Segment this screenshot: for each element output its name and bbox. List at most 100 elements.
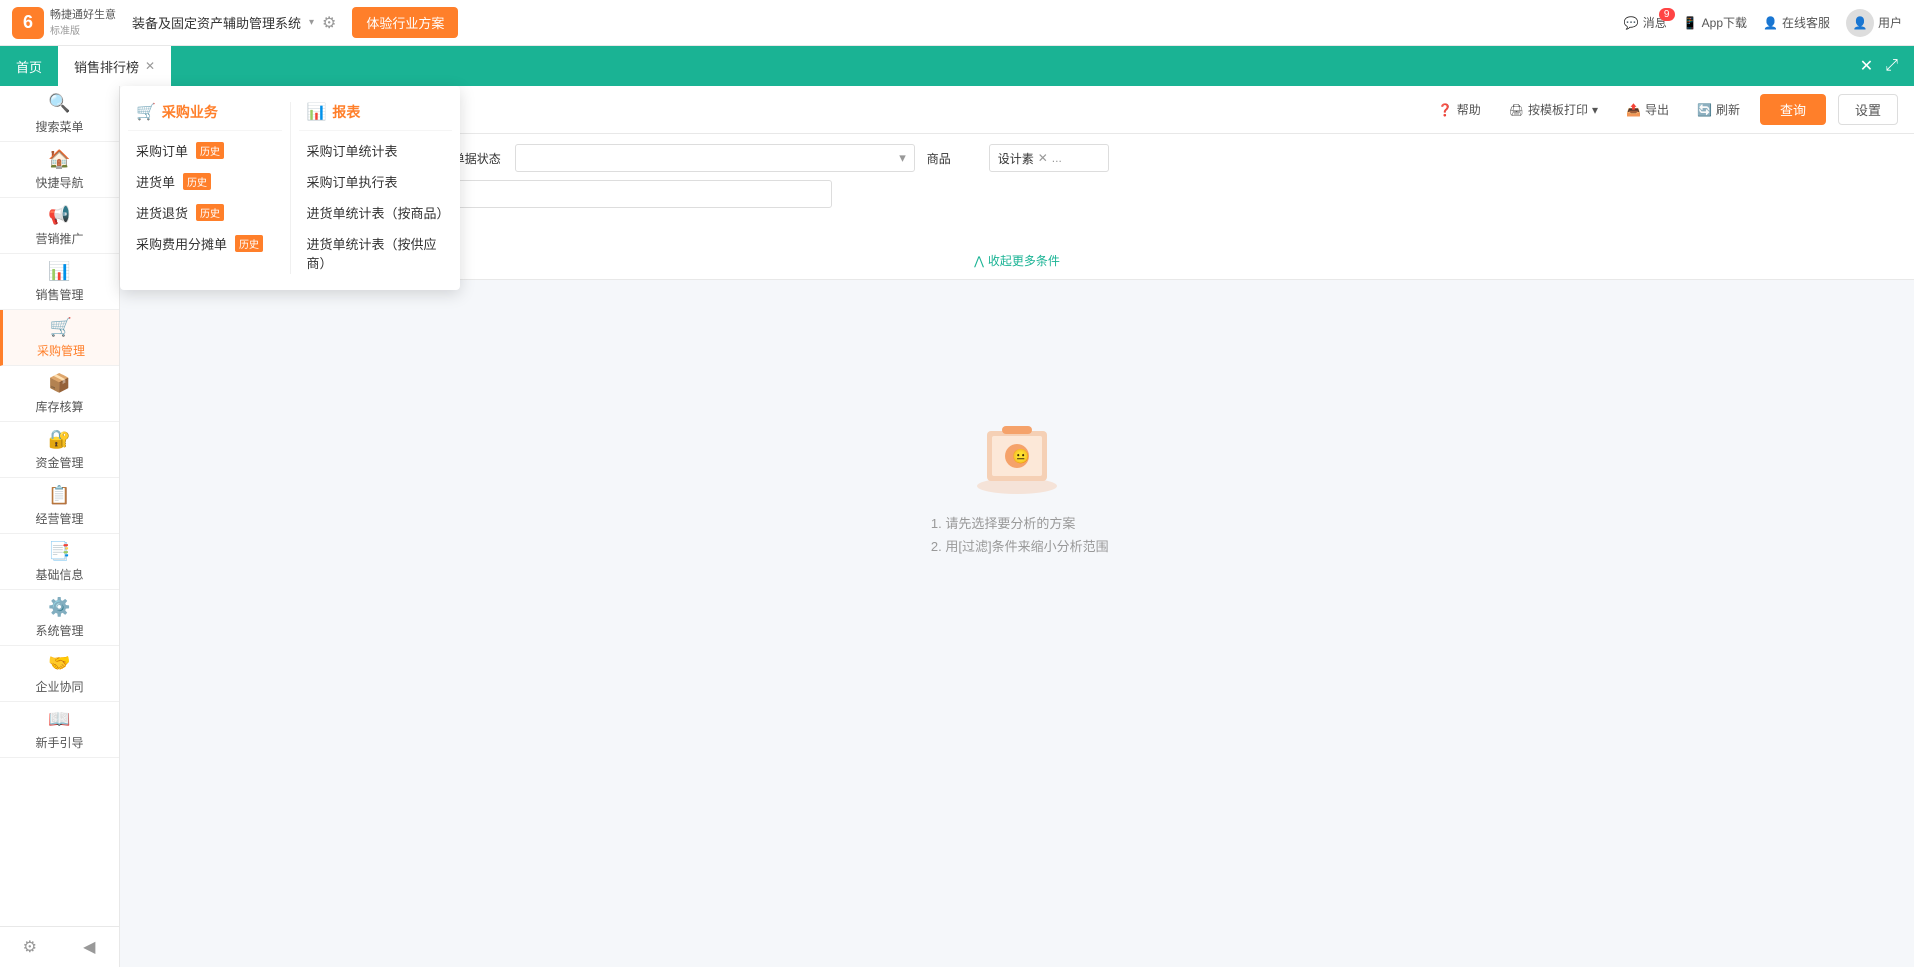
app-download-label: App下载: [1702, 14, 1747, 31]
sidebar-label-system: 系统管理: [35, 622, 83, 639]
inbound-return-history-badge: 历史: [196, 204, 224, 221]
tab-home-label: 首页: [16, 57, 42, 76]
help-btn[interactable]: ❓ 帮助: [1430, 97, 1489, 122]
inbound-return-label: 进货退货: [136, 203, 188, 222]
purchase-order-exec-label: 采购订单执行表: [307, 172, 398, 191]
sidebar-item-marketing[interactable]: 📢 营销推广: [0, 198, 119, 254]
logo-text: 畅捷通好生意: [50, 8, 116, 22]
settings-button[interactable]: 设置: [1838, 94, 1898, 125]
logo-badge: 标准版: [50, 22, 116, 37]
system-icon: ⚙️: [48, 597, 70, 618]
sidebar-item-purchase[interactable]: 🛒 采购管理: [0, 310, 119, 366]
industry-btn[interactable]: 体验行业方案: [352, 7, 458, 38]
user-item[interactable]: 👤 用户: [1846, 9, 1902, 37]
dropdown-col-purchase: 🛒 采购业务 采购订单 历史 进货单 历史 进货退货 历史 采购费用分摊单 历史: [120, 98, 290, 278]
message-badge: 9: [1659, 8, 1675, 21]
enterprise-icon: 🤝: [48, 653, 70, 674]
dropdown-item-purchase-expense[interactable]: 采购费用分摊单 历史: [128, 228, 282, 259]
system-dropdown-arrow[interactable]: ▾: [309, 17, 314, 28]
status-select-arrow: ▾: [899, 150, 906, 166]
tab-close-icon[interactable]: ✕: [145, 59, 155, 73]
sidebar-settings-btn[interactable]: ⚙: [0, 927, 60, 967]
sidebar-item-finance[interactable]: 🔐 资金管理: [0, 422, 119, 478]
search-icon: 🔍: [48, 93, 70, 114]
status-label: 单据状态: [453, 150, 503, 167]
goods-filter[interactable]: 设计素 ✕ ...: [989, 144, 1109, 172]
message-item[interactable]: 💬 消息 9: [1624, 14, 1667, 31]
goods-tag-text: 设计素: [998, 150, 1034, 167]
online-service-item[interactable]: 👤 在线客服: [1763, 14, 1830, 31]
sidebar-item-search[interactable]: 🔍 搜索菜单: [0, 86, 119, 142]
help-label: 帮助: [1457, 101, 1481, 118]
sidebar-label-sales: 销售管理: [35, 286, 83, 303]
settings-icon[interactable]: ⚙: [322, 13, 336, 33]
empty-text-block: 请先选择要分析的方案 用[过滤]条件来缩小分析范围: [925, 513, 1108, 559]
tab-sales-rank-label: 销售排行榜: [74, 57, 139, 76]
sidebar-item-guide[interactable]: 📖 新手引导: [0, 702, 119, 758]
avatar-icon: 👤: [1853, 16, 1868, 30]
sidebar-collapse-btn[interactable]: ◀: [60, 927, 120, 967]
tab-sales-rank[interactable]: 销售排行榜 ✕: [58, 46, 171, 86]
logo-text-block: 畅捷通好生意 标准版: [50, 8, 116, 37]
query-button[interactable]: 查询: [1760, 94, 1826, 125]
tab-expand-btn[interactable]: ⤢: [1881, 53, 1902, 79]
dropdown-item-inbound[interactable]: 进货单 历史: [128, 166, 282, 197]
purchase-order-label: 采购订单: [136, 141, 188, 160]
goods-label: 商品: [927, 150, 977, 167]
inventory-icon: 📦: [48, 373, 70, 394]
sidebar-item-operations[interactable]: 📋 经营管理: [0, 478, 119, 534]
home-icon: 🏠: [48, 149, 70, 170]
finance-icon: 🔐: [48, 429, 70, 450]
app-download-item[interactable]: 📱 App下载: [1683, 14, 1747, 31]
online-service-label: 在线客服: [1782, 14, 1830, 31]
sidebar-label-purchase: 采购管理: [37, 342, 85, 359]
dropdown-item-inbound-stat-goods[interactable]: 进货单统计表（按商品）: [299, 197, 453, 228]
sidebar-item-system[interactable]: ⚙️ 系统管理: [0, 590, 119, 646]
help-icon: ❓: [1438, 103, 1453, 117]
sidebar-label-quick-nav: 快捷导航: [35, 174, 83, 191]
collapse-icon: ⋀: [974, 254, 984, 268]
export-label: 导出: [1645, 101, 1669, 118]
message-icon: 💬: [1624, 16, 1639, 30]
print-dropdown-icon: ▾: [1592, 103, 1598, 117]
print-template-label: 按模板打印: [1528, 101, 1588, 118]
system-title-text: 装备及固定资产辅助管理系统: [132, 13, 301, 32]
goods-more-dots[interactable]: ...: [1052, 151, 1062, 165]
avatar: 👤: [1846, 9, 1874, 37]
purchase-order-history-badge: 历史: [196, 142, 224, 159]
dropdown-col-purchase-title: 🛒 采购业务: [128, 98, 282, 131]
export-btn[interactable]: 📤 导出: [1618, 97, 1677, 122]
sidebar-label-marketing: 营销推广: [35, 230, 83, 247]
inbound-stat-goods-label: 进货单统计表（按商品）: [307, 203, 445, 222]
dropdown-menu: 🛒 采购业务 采购订单 历史 进货单 历史 进货退货 历史 采购费用分摊单 历史…: [120, 86, 460, 290]
goods-tag-close[interactable]: ✕: [1038, 151, 1048, 165]
status-select[interactable]: ▾: [515, 144, 915, 172]
dropdown-item-inbound-return[interactable]: 进货退货 历史: [128, 197, 282, 228]
print-template-btn[interactable]: 🖨 按模板打印 ▾: [1501, 97, 1606, 122]
refresh-btn[interactable]: 🔄 刷新: [1689, 97, 1748, 122]
sidebar-item-sales[interactable]: 📊 销售管理: [0, 254, 119, 310]
tab-home[interactable]: 首页: [0, 46, 58, 86]
inbound-label: 进货单: [136, 172, 175, 191]
dropdown-item-purchase-order-exec[interactable]: 采购订单执行表: [299, 166, 453, 197]
purchase-expense-label: 采购费用分摊单: [136, 234, 227, 253]
purchase-col-title-label: 采购业务: [162, 102, 218, 122]
purchase-order-stat-label: 采购订单统计表: [307, 141, 398, 160]
purchase-col-icon: 🛒: [136, 102, 156, 122]
dropdown-item-inbound-stat-supplier[interactable]: 进货单统计表（按供应商）: [299, 228, 453, 278]
phone-icon: 📱: [1683, 16, 1698, 30]
salesman-filter[interactable]: ...: [432, 180, 832, 208]
sidebar-item-inventory[interactable]: 📦 库存核算: [0, 366, 119, 422]
sidebar-item-enterprise[interactable]: 🤝 企业协同: [0, 646, 119, 702]
marketing-icon: 📢: [48, 205, 70, 226]
tab-close-all-btn[interactable]: ✕: [1856, 52, 1877, 80]
inbound-history-badge: 历史: [183, 173, 211, 190]
sidebar-item-basic-info[interactable]: 📑 基础信息: [0, 534, 119, 590]
operations-icon: 📋: [48, 485, 70, 506]
purchase-icon: 🛒: [50, 317, 72, 338]
dropdown-item-purchase-order[interactable]: 采购订单 历史: [128, 135, 282, 166]
sidebar-bottom: ⚙ ◀: [0, 926, 119, 967]
dropdown-item-purchase-order-stat[interactable]: 采购订单统计表: [299, 135, 453, 166]
sidebar-item-quick-nav[interactable]: 🏠 快捷导航: [0, 142, 119, 198]
purchase-expense-history-badge: 历史: [235, 235, 263, 252]
